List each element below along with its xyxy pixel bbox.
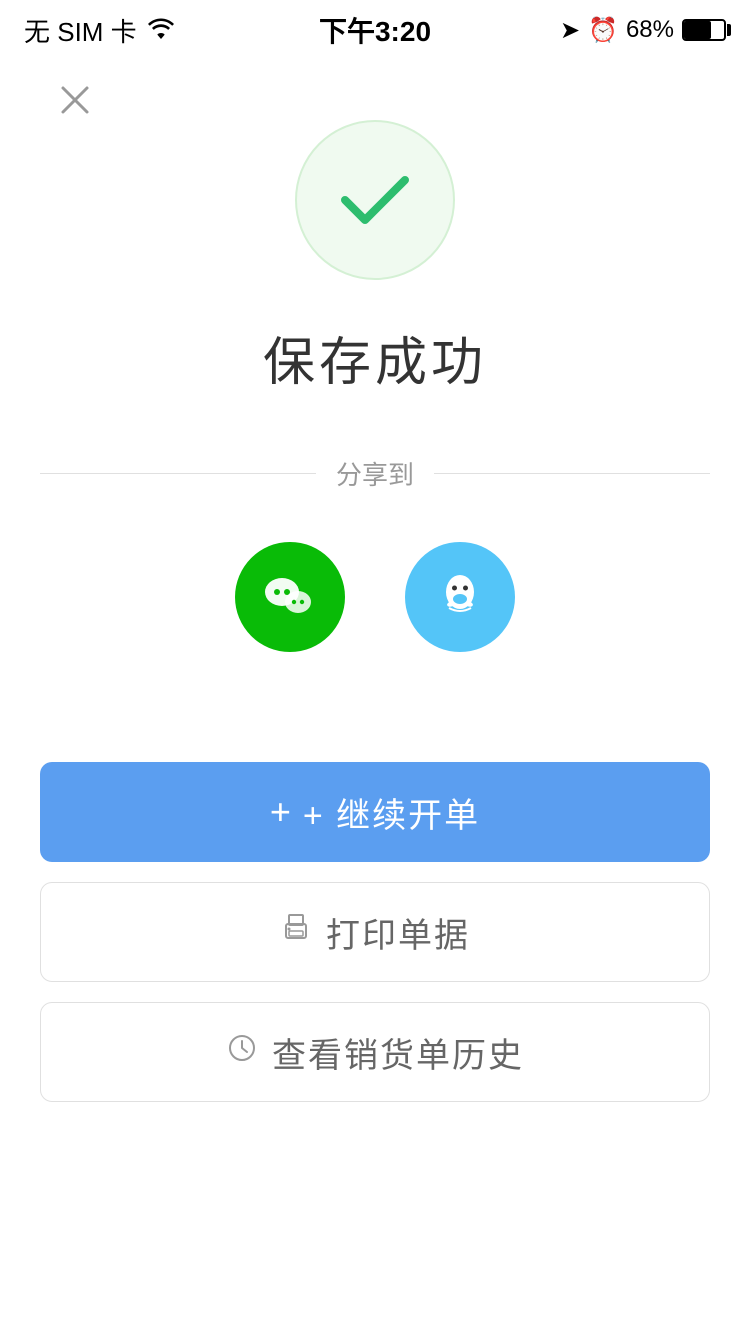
clock-icon xyxy=(226,1032,258,1073)
qq-share-button[interactable] xyxy=(405,542,515,652)
success-circle xyxy=(295,120,455,280)
wechat-share-button[interactable] xyxy=(235,542,345,652)
history-button[interactable]: 查看销货单历史 xyxy=(40,1002,710,1102)
print-button[interactable]: 打印单据 xyxy=(40,882,710,982)
share-icons-container xyxy=(0,542,750,652)
print-label: 打印单据 xyxy=(326,908,470,957)
close-icon xyxy=(58,83,92,117)
main-content: 保存成功 分享到 xyxy=(0,60,750,1102)
share-label: 分享到 xyxy=(316,455,434,492)
qq-icon xyxy=(429,566,491,628)
wifi-icon xyxy=(147,15,175,46)
location-icon: ➤ xyxy=(560,16,580,45)
buttons-container: + + 继续开单 打印单据 查看销货单历 xyxy=(0,762,750,1102)
battery-icon xyxy=(682,19,726,41)
close-button[interactable] xyxy=(50,75,100,125)
divider-right xyxy=(434,473,710,474)
status-bar: 无 SIM 卡 下午3:20 ➤ ⏰ 68% xyxy=(0,0,750,60)
share-divider: 分享到 xyxy=(0,455,750,492)
plus-icon: + xyxy=(270,791,293,833)
battery-percentage: 68% xyxy=(626,16,674,44)
status-bar-time: 下午3:20 xyxy=(319,10,431,50)
wechat-icon xyxy=(259,566,321,628)
continue-button[interactable]: + + 继续开单 xyxy=(40,762,710,862)
success-title: 保存成功 xyxy=(263,320,487,395)
history-label: 查看销货单历史 xyxy=(272,1028,524,1077)
checkmark-icon xyxy=(330,155,420,245)
print-icon xyxy=(280,912,312,953)
continue-label: + 继续开单 xyxy=(303,788,480,837)
status-bar-left: 无 SIM 卡 xyxy=(24,12,175,49)
divider-left xyxy=(40,473,316,474)
alarm-icon: ⏰ xyxy=(588,16,618,45)
sim-status: 无 SIM 卡 xyxy=(24,12,137,49)
share-section: 分享到 xyxy=(0,455,750,712)
status-bar-right: ➤ ⏰ 68% xyxy=(560,16,726,45)
